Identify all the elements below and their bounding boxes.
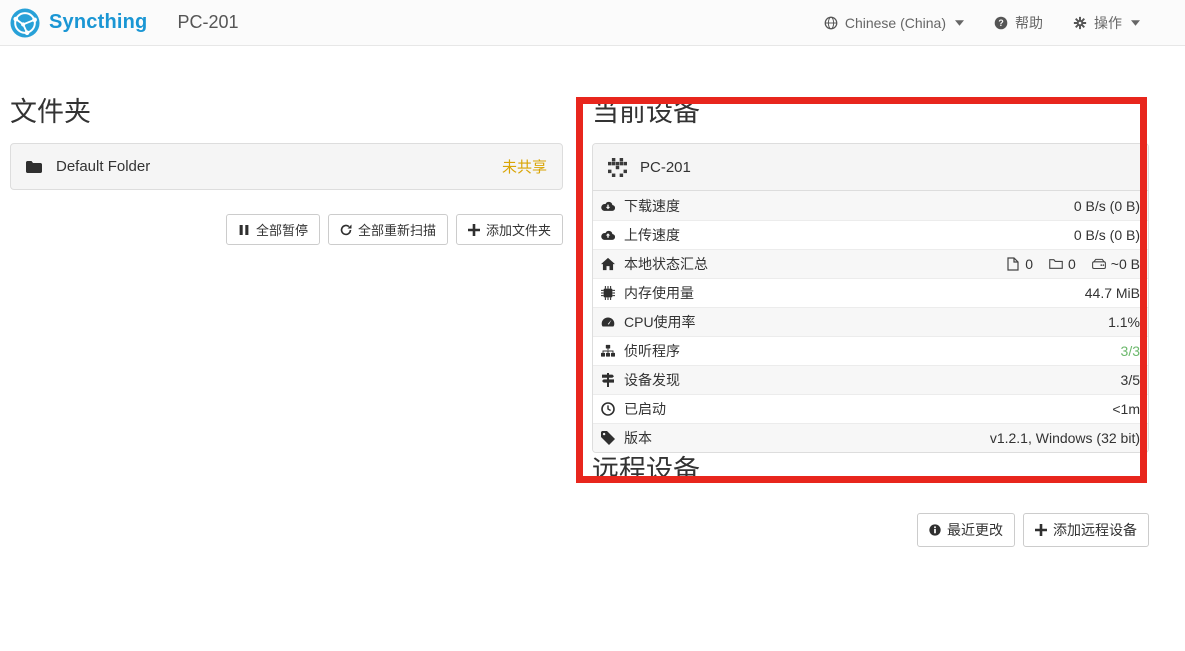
folder-status-badge: 未共享 — [502, 156, 547, 177]
stat-row-upload-rate: 上传速度 0 B/s (0 B) — [593, 220, 1148, 249]
actions-dropdown[interactable]: 操作 — [1073, 13, 1140, 33]
stat-row-version: 版本 v1.2.1, Windows (32 bit) — [593, 423, 1148, 452]
stat-row-ram: 内存使用量 44.7 MiB — [593, 278, 1148, 307]
this-device-section: 当前设备 PC-201 — [592, 95, 1149, 547]
folders-heading: 文件夹 — [10, 95, 563, 129]
stat-row-listeners: 侦听程序 3/3 — [593, 336, 1148, 365]
info-circle-icon — [929, 524, 941, 536]
question-circle-icon: ? — [994, 16, 1008, 30]
refresh-icon — [340, 224, 352, 236]
globe-icon — [824, 16, 838, 30]
microchip-icon — [601, 286, 615, 300]
stat-label-text: 版本 — [624, 428, 652, 448]
map-signs-icon — [601, 373, 615, 387]
rescan-all-label: 全部重新扫描 — [358, 220, 436, 239]
language-label: Chinese (China) — [845, 15, 946, 31]
this-device-panel: PC-201 下载速度 0 B/s (0 B) — [592, 143, 1149, 453]
device-identicon — [608, 158, 627, 177]
pause-all-button[interactable]: 全部暂停 — [226, 214, 320, 245]
stat-row-cpu: CPU使用率 1.1% — [593, 307, 1148, 336]
stat-value-text: 44.7 MiB — [1085, 285, 1140, 301]
home-icon — [601, 257, 615, 271]
plus-icon — [468, 224, 480, 236]
this-device-heading: 当前设备 — [592, 95, 1149, 129]
pause-all-label: 全部暂停 — [256, 220, 308, 239]
navbar-device-title: PC-201 — [177, 12, 238, 33]
chevron-down-icon — [1129, 20, 1140, 26]
syncthing-logo-icon — [10, 8, 40, 38]
stat-label-text: 本地状态汇总 — [624, 254, 708, 274]
stat-row-discovery: 设备发现 3/5 — [593, 365, 1148, 394]
plus-icon — [1035, 524, 1047, 536]
stat-label-text: CPU使用率 — [624, 312, 696, 332]
sitemap-icon — [601, 344, 615, 358]
add-remote-device-label: 添加远程设备 — [1053, 520, 1137, 540]
tachometer-icon — [601, 315, 615, 329]
folders-section: 文件夹 Default Folder 未共享 全部暂停 全部重新扫描 — [10, 95, 563, 245]
stat-label-text: 内存使用量 — [624, 283, 694, 303]
gear-icon — [1073, 16, 1087, 30]
add-folder-label: 添加文件夹 — [486, 220, 551, 239]
local-size: ~0 B — [1111, 256, 1140, 272]
stat-row-local-state: 本地状态汇总 0 — [593, 249, 1148, 278]
stat-value-text: 0 B/s (0 B) — [1074, 227, 1140, 243]
remote-devices-heading: 远程设备 — [592, 453, 1149, 487]
this-device-panel-header[interactable]: PC-201 — [593, 144, 1148, 191]
device-name: PC-201 — [640, 159, 691, 176]
stat-value-text: 3/3 — [1121, 343, 1140, 359]
stat-label-text: 下载速度 — [624, 196, 680, 216]
local-folders-count: 0 — [1068, 256, 1076, 272]
local-files-count: 0 — [1025, 256, 1033, 272]
navbar: Syncthing PC-201 Chinese (China) ? — [0, 0, 1185, 46]
svg-text:?: ? — [998, 18, 1003, 28]
stat-row-download-rate: 下载速度 0 B/s (0 B) — [593, 191, 1148, 220]
stat-label-text: 已启动 — [624, 399, 666, 419]
stat-label-text: 上传速度 — [624, 225, 680, 245]
stat-label-text: 侦听程序 — [624, 341, 680, 361]
rescan-all-button[interactable]: 全部重新扫描 — [328, 214, 448, 245]
language-dropdown[interactable]: Chinese (China) — [824, 15, 964, 31]
stat-value-text: 1.1% — [1108, 314, 1140, 330]
cloud-upload-icon — [601, 228, 615, 242]
stat-value-text: <1m — [1112, 401, 1140, 417]
stat-row-uptime: 已启动 <1m — [593, 394, 1148, 423]
file-icon — [1006, 257, 1020, 271]
recent-changes-button[interactable]: 最近更改 — [917, 513, 1015, 547]
chevron-down-icon — [953, 20, 964, 26]
stat-label-text: 设备发现 — [624, 370, 680, 390]
device-stats-table: 下载速度 0 B/s (0 B) 上传速度 0 B/s (0 B) — [593, 191, 1148, 452]
folder-row-default[interactable]: Default Folder 未共享 — [10, 143, 563, 190]
add-folder-button[interactable]: 添加文件夹 — [456, 214, 563, 245]
tag-icon — [601, 431, 615, 445]
folder-name: Default Folder — [56, 158, 150, 175]
actions-label: 操作 — [1094, 13, 1122, 33]
stat-value-text: 3/5 — [1121, 372, 1140, 388]
cloud-download-icon — [601, 199, 615, 213]
folder-icon — [26, 160, 42, 174]
pause-icon — [238, 224, 250, 236]
stat-value-text: 0 B/s (0 B) — [1074, 198, 1140, 214]
hdd-icon — [1092, 257, 1106, 271]
stat-value-text: v1.2.1, Windows (32 bit) — [990, 430, 1140, 446]
clock-icon — [601, 402, 615, 416]
brand-name: Syncthing — [49, 11, 147, 34]
help-link[interactable]: ? 帮助 — [994, 13, 1043, 33]
brand-link[interactable]: Syncthing — [10, 8, 147, 38]
add-remote-device-button[interactable]: 添加远程设备 — [1023, 513, 1149, 547]
folder-outline-icon — [1049, 257, 1063, 271]
help-label: 帮助 — [1015, 13, 1043, 33]
recent-changes-label: 最近更改 — [947, 520, 1003, 540]
